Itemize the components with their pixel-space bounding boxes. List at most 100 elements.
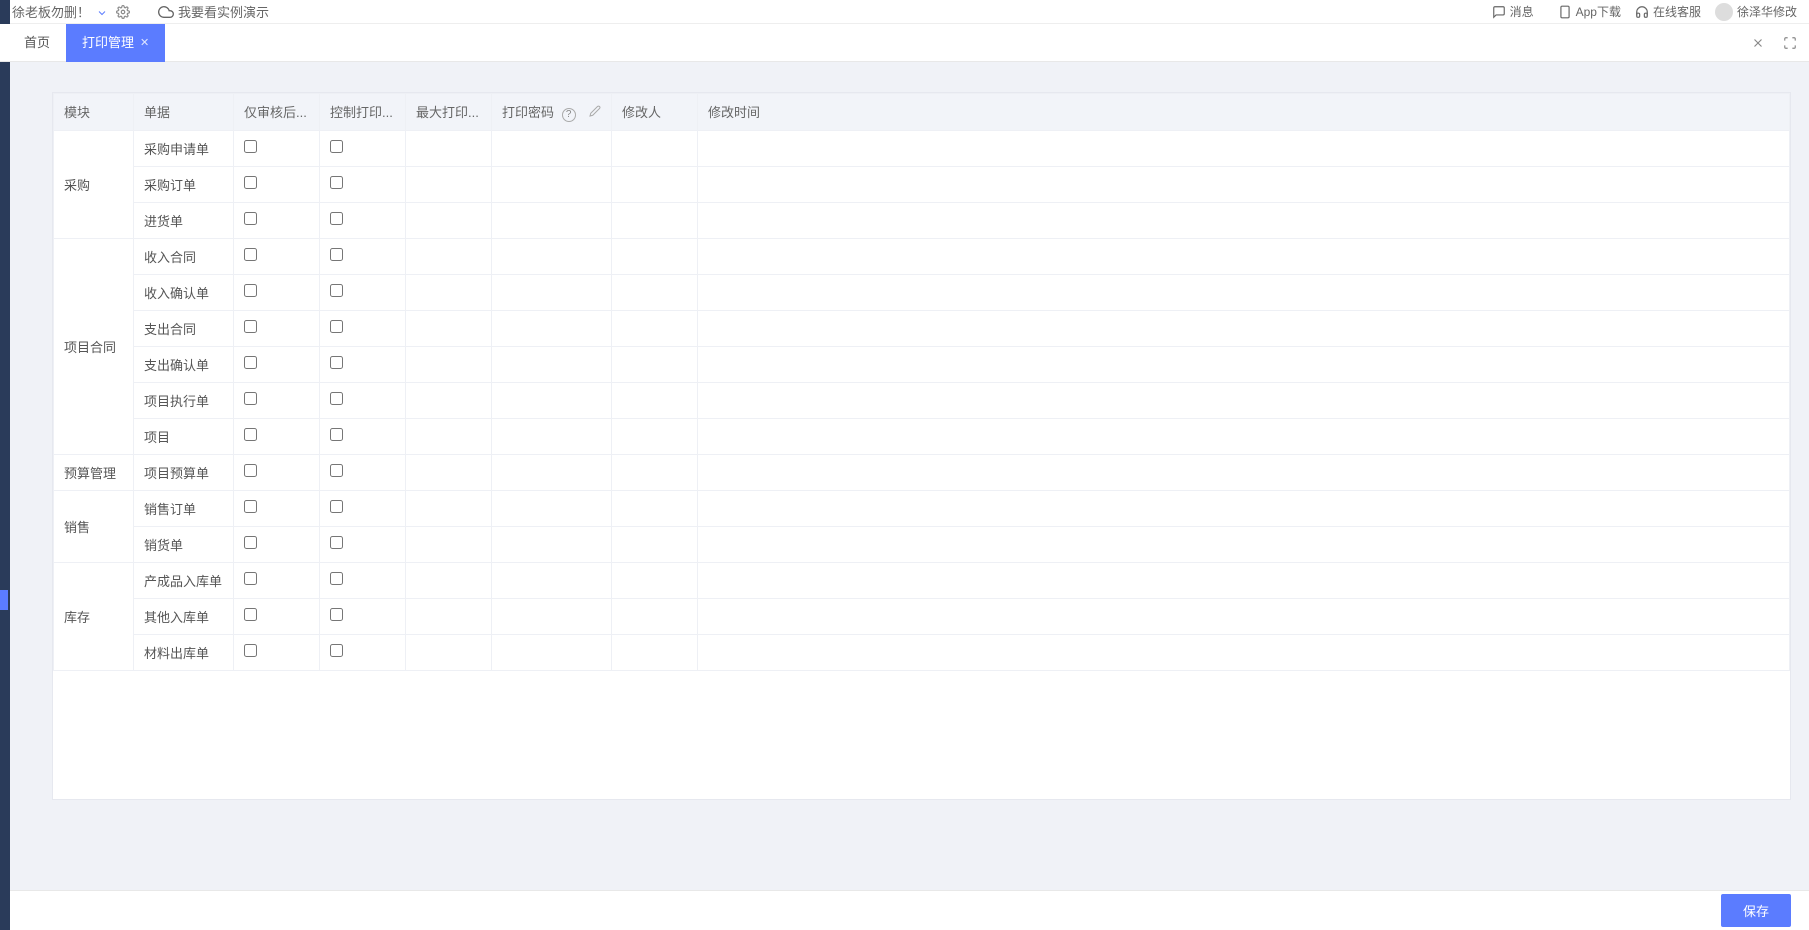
control-checkbox[interactable] <box>330 284 343 297</box>
control-checkbox[interactable] <box>330 392 343 405</box>
table-scroll[interactable]: 模块 单据 仅审核后... 控制打印... 最大打印... 打印密码 ? 修改 <box>53 93 1790 799</box>
table-row: 支出合同 <box>54 310 1790 346</box>
close-icon[interactable]: ✕ <box>140 24 149 62</box>
table-row: 采购采购申请单 <box>54 130 1790 166</box>
table-row: 销货单 <box>54 526 1790 562</box>
control-checkbox[interactable] <box>330 356 343 369</box>
table-row: 项目 <box>54 418 1790 454</box>
table-row: 项目合同收入合同 <box>54 238 1790 274</box>
doc-cell: 销售订单 <box>134 490 234 526</box>
tab-print-manage[interactable]: 打印管理 ✕ <box>66 24 165 62</box>
control-checkbox[interactable] <box>330 608 343 621</box>
audit-checkbox[interactable] <box>244 572 257 585</box>
password-cell <box>492 418 612 454</box>
modify-time-cell <box>698 526 1790 562</box>
app-download-link[interactable]: App下载 <box>1558 3 1621 20</box>
control-checkbox[interactable] <box>330 536 343 549</box>
table-row: 采购订单 <box>54 166 1790 202</box>
cloud-icon <box>158 3 174 20</box>
support-label: 在线客服 <box>1653 3 1701 20</box>
messages-link[interactable]: 消息 <box>1492 3 1544 20</box>
control-cell <box>320 634 406 670</box>
audit-checkbox[interactable] <box>244 644 257 657</box>
left-nav-rail[interactable] <box>0 0 10 930</box>
table-row: 项目执行单 <box>54 382 1790 418</box>
org-selector[interactable]: 徐老板勿删！ <box>12 2 108 21</box>
print-settings-panel: 模块 单据 仅审核后... 控制打印... 最大打印... 打印密码 ? 修改 <box>52 92 1791 800</box>
tab-home[interactable]: 首页 <box>8 24 66 62</box>
modifier-cell <box>612 598 698 634</box>
modify-time-cell <box>698 382 1790 418</box>
audit-checkbox[interactable] <box>244 500 257 513</box>
gear-icon[interactable] <box>116 4 130 20</box>
save-button[interactable]: 保存 <box>1721 894 1791 927</box>
demo-link[interactable]: 我要看实例演示 <box>158 2 269 21</box>
password-cell <box>492 310 612 346</box>
headset-icon <box>1635 4 1649 19</box>
control-checkbox[interactable] <box>330 464 343 477</box>
audit-checkbox[interactable] <box>244 140 257 153</box>
edit-icon[interactable] <box>589 102 601 117</box>
footer-bar: 保存 <box>10 890 1809 930</box>
audit-cell <box>234 274 320 310</box>
tab-home-label: 首页 <box>24 24 50 62</box>
max-print-cell <box>406 598 492 634</box>
control-checkbox[interactable] <box>330 644 343 657</box>
modify-time-cell <box>698 310 1790 346</box>
control-checkbox[interactable] <box>330 500 343 513</box>
audit-checkbox[interactable] <box>244 176 257 189</box>
doc-cell: 项目 <box>134 418 234 454</box>
control-cell <box>320 562 406 598</box>
max-print-cell <box>406 238 492 274</box>
table-row: 支出确认单 <box>54 346 1790 382</box>
message-icon <box>1492 4 1506 19</box>
print-settings-table: 模块 单据 仅审核后... 控制打印... 最大打印... 打印密码 ? 修改 <box>53 93 1790 671</box>
chevron-down-icon <box>96 4 108 19</box>
max-print-cell <box>406 490 492 526</box>
audit-checkbox[interactable] <box>244 248 257 261</box>
control-checkbox[interactable] <box>330 428 343 441</box>
col-header-max: 最大打印... <box>406 94 492 131</box>
user-menu[interactable]: 徐泽华修改 <box>1715 3 1797 21</box>
help-icon[interactable]: ? <box>562 108 576 122</box>
demo-link-label: 我要看实例演示 <box>178 2 269 21</box>
table-row: 库存产成品入库单 <box>54 562 1790 598</box>
doc-cell: 销货单 <box>134 526 234 562</box>
table-row: 进货单 <box>54 202 1790 238</box>
audit-checkbox[interactable] <box>244 212 257 225</box>
audit-checkbox[interactable] <box>244 284 257 297</box>
audit-cell <box>234 346 320 382</box>
control-checkbox[interactable] <box>330 248 343 261</box>
doc-cell: 收入确认单 <box>134 274 234 310</box>
control-checkbox[interactable] <box>330 572 343 585</box>
control-checkbox[interactable] <box>330 140 343 153</box>
user-name: 徐泽华修改 <box>1737 3 1797 20</box>
close-all-tabs-button[interactable] <box>1747 31 1769 55</box>
audit-checkbox[interactable] <box>244 428 257 441</box>
max-print-cell <box>406 382 492 418</box>
audit-cell <box>234 454 320 490</box>
table-row: 材料出库单 <box>54 634 1790 670</box>
audit-checkbox[interactable] <box>244 464 257 477</box>
modifier-cell <box>612 274 698 310</box>
audit-checkbox[interactable] <box>244 536 257 549</box>
doc-cell: 其他入库单 <box>134 598 234 634</box>
audit-checkbox[interactable] <box>244 356 257 369</box>
max-print-cell <box>406 166 492 202</box>
audit-checkbox[interactable] <box>244 608 257 621</box>
audit-checkbox[interactable] <box>244 320 257 333</box>
audit-cell <box>234 526 320 562</box>
avatar-icon <box>1715 3 1733 21</box>
support-link[interactable]: 在线客服 <box>1635 3 1701 20</box>
control-cell <box>320 454 406 490</box>
modifier-cell <box>612 346 698 382</box>
fullscreen-button[interactable] <box>1779 31 1801 55</box>
control-checkbox[interactable] <box>330 320 343 333</box>
table-row: 收入确认单 <box>54 274 1790 310</box>
control-checkbox[interactable] <box>330 176 343 189</box>
doc-cell: 支出确认单 <box>134 346 234 382</box>
audit-checkbox[interactable] <box>244 392 257 405</box>
control-checkbox[interactable] <box>330 212 343 225</box>
audit-cell <box>234 130 320 166</box>
max-print-cell <box>406 634 492 670</box>
